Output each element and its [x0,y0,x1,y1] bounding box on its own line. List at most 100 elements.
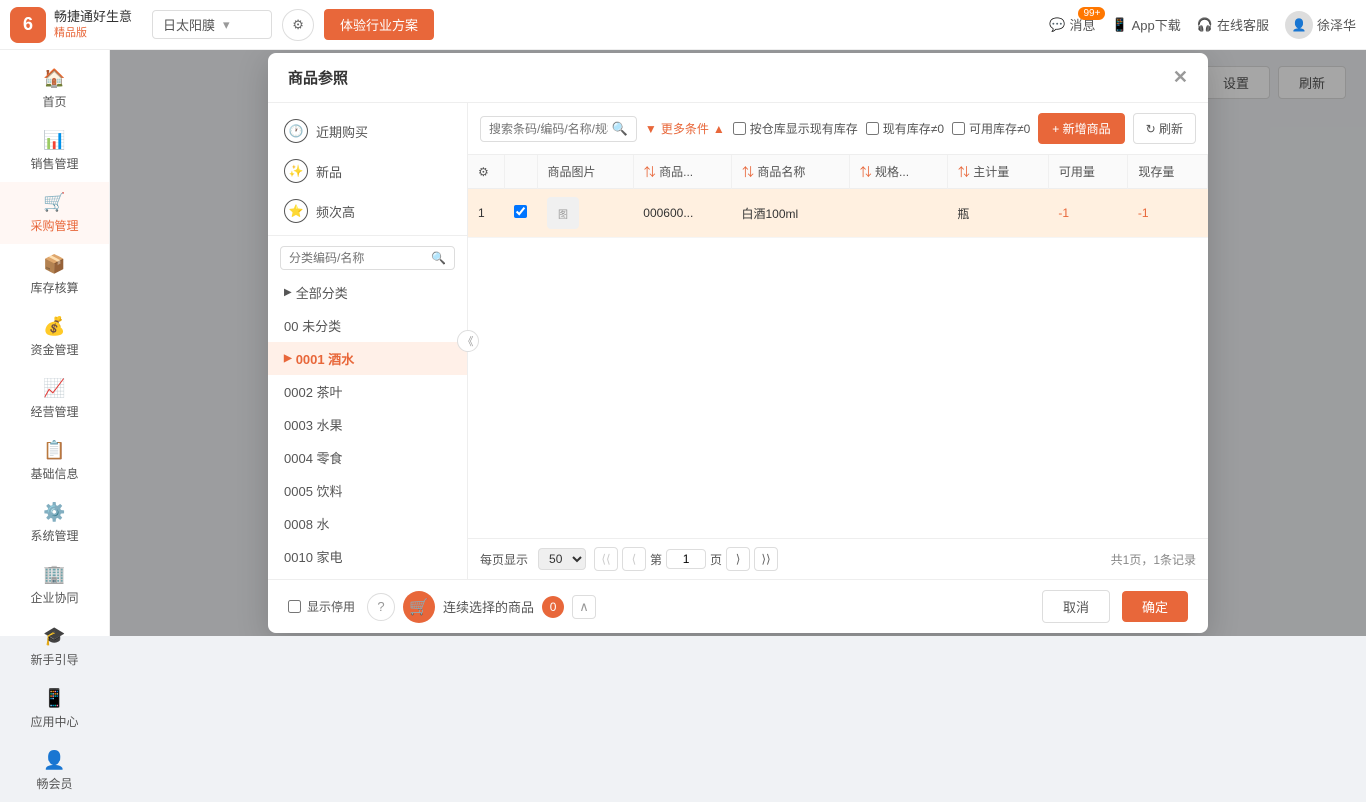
table-row[interactable]: 1 图 000600... 白酒100ml [468,189,1208,238]
filter-up-icon: ▲ [713,122,725,136]
category-search[interactable]: 🔍 [280,246,455,270]
row-stock: -1 [1128,189,1208,238]
category-all[interactable]: ▶ 全部分类 [268,276,467,309]
checkbox-available-stock[interactable]: 可用库存≠0 [952,120,1030,137]
member-icon: 👤 [43,750,65,771]
per-page-select[interactable]: 50 [538,548,586,570]
available-stock-checkbox[interactable] [952,122,965,135]
sidebar-item-label: 企业协同 [30,589,78,606]
shopping-cart-icon: 🛒 [409,597,429,617]
left-divider [268,235,467,236]
phone-icon: 📱 [1111,17,1127,33]
row-checkbox[interactable] [514,205,527,218]
row-checkbox-cell[interactable] [504,189,537,238]
product-table: ⚙ 商品图片 ⇅ 商品... ⇅ [468,155,1208,238]
col-available: 可用量 [1048,155,1128,189]
prev-page-button[interactable]: ⟨ [622,547,646,571]
sidebar: 🏠 首页 📊 销售管理 🛒 采购管理 📦 库存核算 💰 资金管理 📈 经营管理 … [0,50,110,636]
next-page-button[interactable]: ⟩ [726,547,750,571]
category-0002[interactable]: 0002 茶叶 [268,375,467,408]
sidebar-item-sales[interactable]: 📊 销售管理 [0,120,109,182]
col-stock: 现存量 [1128,155,1208,189]
quick-frequent-button[interactable]: ⭐ 频次高 [268,191,467,231]
search-icon: 🔍 [612,121,628,137]
col-unit[interactable]: ⇅ 主计量 [947,155,1048,189]
page-suffix: 页 [710,551,722,568]
category-search-icon: 🔍 [431,251,446,265]
operations-icon: 📈 [43,378,65,399]
checkbox-by-warehouse[interactable]: 按仓库显示现有库存 [733,120,858,137]
new-icon: ✨ [284,159,308,183]
sidebar-item-basic[interactable]: 📋 基础信息 [0,430,109,492]
product-search-box[interactable]: 🔍 [480,116,637,142]
store-selector[interactable]: 日太阳膜 ▾ [152,10,272,39]
category-0001[interactable]: ▶ 0001 酒水 [268,342,467,375]
cta-button[interactable]: 体验行业方案 [324,9,434,40]
left-panel-collapse-button[interactable]: 《 [457,330,479,352]
category-0010[interactable]: 0010 家电 [268,540,467,571]
sidebar-item-member[interactable]: 👤 畅会员 [0,740,109,802]
first-page-button[interactable]: ⟨⟨ [594,547,618,571]
headset-icon: 🎧 [1197,17,1213,33]
pagination-bar: 每页显示 50 ⟨⟨ ⟨ 第 页 ⟩ ⟩⟩ [468,538,1208,579]
sidebar-item-label: 库存核算 [30,279,78,296]
product-thumbnail: 图 [547,197,579,229]
col-name[interactable]: ⇅ 商品名称 [731,155,849,189]
sidebar-item-label: 基础信息 [30,465,78,482]
cancel-button[interactable]: 取消 [1042,590,1110,623]
sidebar-item-guide[interactable]: 🎓 新手引导 [0,616,109,678]
messages-nav-item[interactable]: 💬 消息 99+ [1049,15,1095,34]
add-product-button[interactable]: + 新增商品 [1038,113,1124,144]
by-warehouse-checkbox[interactable] [733,122,746,135]
category-0005[interactable]: 0005 饮料 [268,474,467,507]
col-image: 商品图片 [537,155,633,189]
category-00[interactable]: 00 未分类 [268,309,467,342]
settings-icon[interactable]: ⚙ [282,9,314,41]
quick-new-button[interactable]: ✨ 新品 [268,151,467,191]
category-0004[interactable]: 0004 零食 [268,441,467,474]
footer-center: ? 🛒 连续选择的商品 0 ∧ [367,591,596,623]
sort-icon: ⇅ [644,165,656,179]
user-profile[interactable]: 👤 徐泽华 [1285,11,1356,39]
filter-icon: ▼ [645,122,657,136]
help-icon: ? [377,599,384,614]
product-search-input[interactable] [489,122,608,136]
sidebar-item-operations[interactable]: 📈 经营管理 [0,368,109,430]
modal-close-button[interactable]: ✕ [1173,67,1188,88]
modal-right-panel: 🔍 ▼ 更多条件 ▲ 按仓库显示现有库存 [468,103,1208,579]
category-0003[interactable]: 0003 水果 [268,408,467,441]
category-search-input[interactable] [289,251,431,265]
sidebar-item-finance[interactable]: 💰 资金管理 [0,306,109,368]
refresh-button[interactable]: ↻ 刷新 [1133,113,1196,144]
sidebar-item-home[interactable]: 🏠 首页 [0,58,109,120]
sort-icon: ⇅ [742,165,754,179]
row-available: -1 [1048,189,1128,238]
confirm-button[interactable]: 确定 [1122,591,1188,622]
row-code: 000600... [633,189,731,238]
filter-button[interactable]: ▼ 更多条件 ▲ [645,120,725,137]
sidebar-item-appstore[interactable]: 📱 应用中心 [0,678,109,740]
col-code[interactable]: ⇅ 商品... [633,155,731,189]
help-button[interactable]: ? [367,593,395,621]
show-disabled-label[interactable]: 显示停用 [288,598,355,615]
sidebar-item-purchase[interactable]: 🛒 采购管理 [0,182,109,244]
last-page-button[interactable]: ⟩⟩ [754,547,778,571]
online-service-nav-item[interactable]: 🎧 在线客服 [1197,15,1269,34]
collapse-button[interactable]: ∧ [572,595,596,619]
app-download-nav-item[interactable]: 📱 App下载 [1111,15,1180,34]
has-stock-checkbox[interactable] [866,122,879,135]
modal-body: 《 🕐 近期购买 ✨ 新品 ⭐ 频次高 [268,103,1208,579]
category-0008[interactable]: 0008 水 [268,507,467,540]
sidebar-item-enterprise[interactable]: 🏢 企业协同 [0,554,109,616]
continuous-count: 0 [542,596,564,618]
page-input[interactable] [666,549,706,569]
checkbox-has-stock[interactable]: 现有库存≠0 [866,120,944,137]
show-disabled-checkbox[interactable] [288,600,301,613]
system-icon: ⚙️ [43,502,65,523]
quick-recent-button[interactable]: 🕐 近期购买 [268,111,467,151]
sidebar-item-inventory[interactable]: 📦 库存核算 [0,244,109,306]
sidebar-item-system[interactable]: ⚙️ 系统管理 [0,492,109,554]
col-settings[interactable]: ⚙ [468,155,504,189]
sort-icon: ⇅ [860,165,872,179]
col-spec[interactable]: ⇅ 规格... [849,155,947,189]
